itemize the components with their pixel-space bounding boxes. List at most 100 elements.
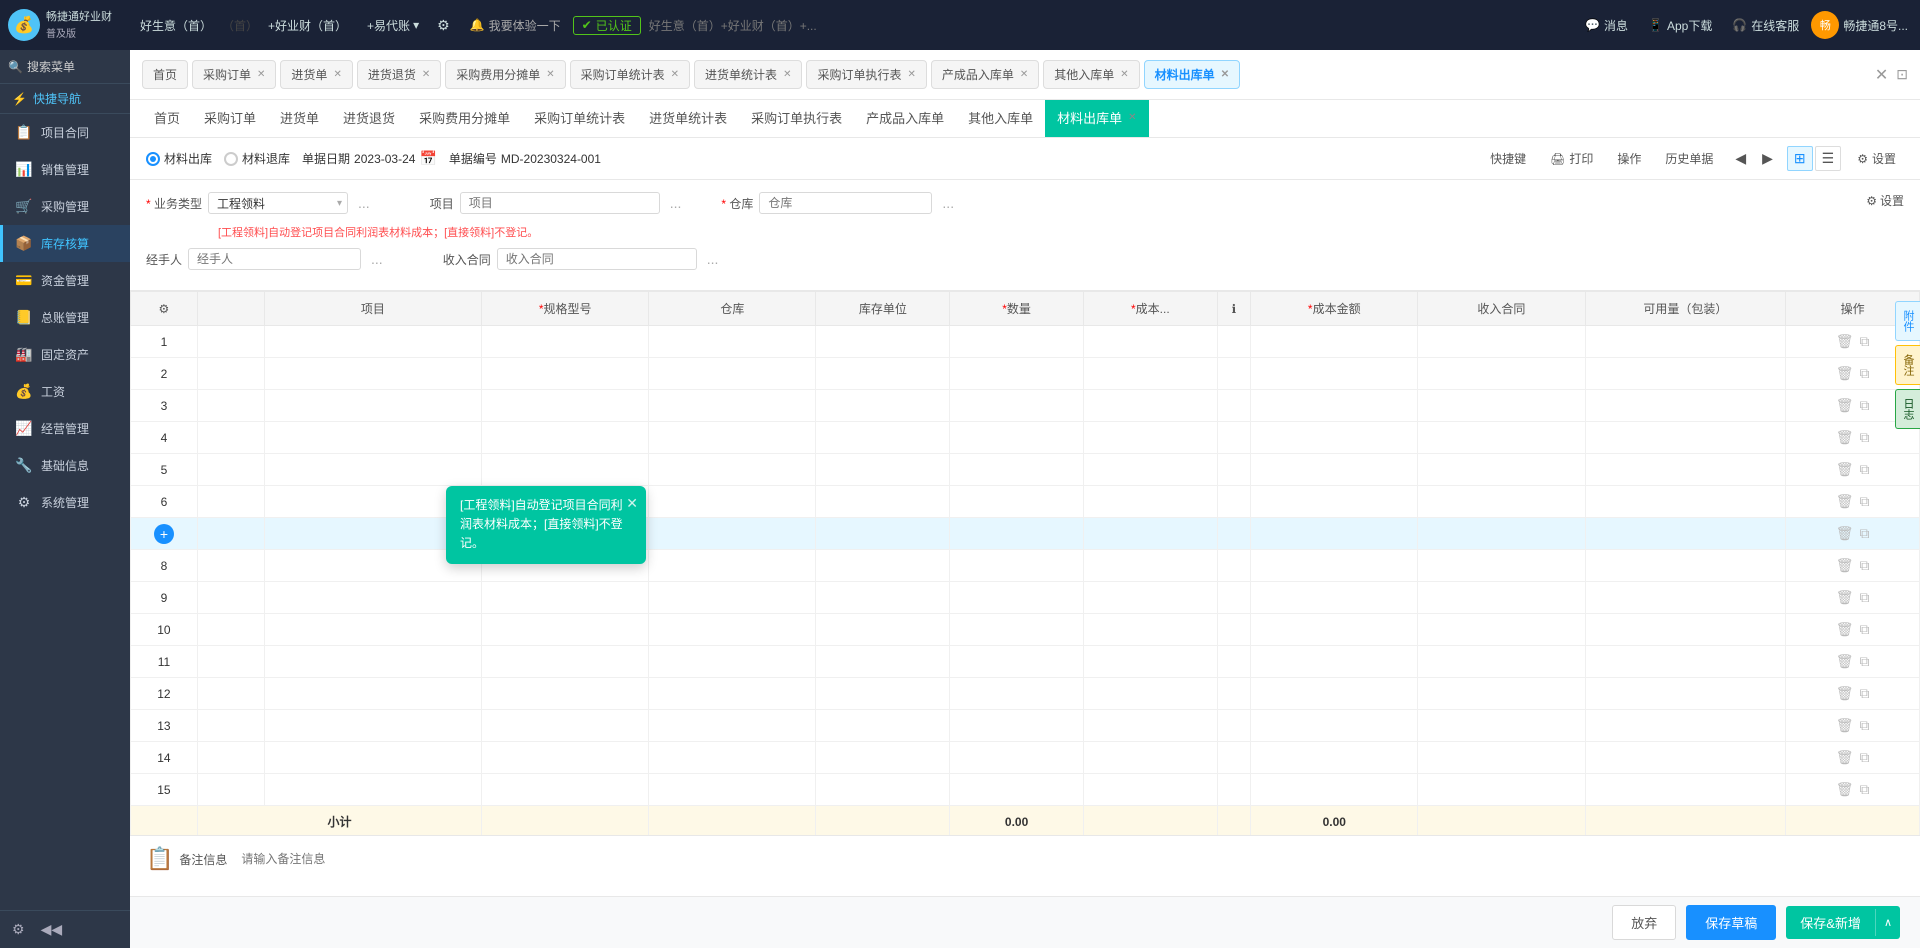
nav-close-icon[interactable]: ✕ <box>1128 112 1136 123</box>
copy-row-icon[interactable]: ⧉ <box>1859 333 1869 350</box>
sidebar-item-payroll[interactable]: 💰工资 <box>0 373 130 410</box>
row7-col1-input[interactable] <box>204 527 258 541</box>
delete-row-icon[interactable]: 🗑 <box>1836 397 1854 414</box>
nav-item-采购费用分摊单[interactable]: 采购费用分摊单 <box>407 100 522 138</box>
nav-item-进货单统计表[interactable]: 进货单统计表 <box>637 100 739 138</box>
project-dots[interactable]: ... <box>670 195 682 211</box>
top-nav-item-2[interactable]: +好业财（首） <box>258 17 357 34</box>
row7-col2-input[interactable] <box>271 527 475 541</box>
delete-row-icon[interactable]: 🗑 <box>1836 589 1854 606</box>
tab-cost_split[interactable]: 采购费用分摊单✕ <box>445 60 565 89</box>
copy-row-icon[interactable]: ⧉ <box>1859 749 1869 766</box>
sidebar-item-ledger[interactable]: 📒总账管理 <box>0 299 130 336</box>
verified-badge[interactable]: ✔ 已认证 <box>573 16 641 35</box>
delete-row-icon[interactable]: 🗑 <box>1836 781 1854 798</box>
radio-return[interactable]: 材料退库 <box>224 150 290 167</box>
top-nav-item-1[interactable]: 好生意（首） <box>130 17 222 34</box>
sidebar-item-sales[interactable]: 📊销售管理 <box>0 151 130 188</box>
business-type-select[interactable] <box>208 192 348 214</box>
delete-row-icon[interactable]: 🗑 <box>1836 685 1854 702</box>
col-settings-header[interactable]: ⚙ <box>131 292 198 326</box>
nav-item-进货退货[interactable]: 进货退货 <box>331 100 407 138</box>
delete-row-icon[interactable]: 🗑 <box>1836 557 1854 574</box>
app-download-btn[interactable]: 📱 App下载 <box>1640 17 1720 34</box>
quick-nav[interactable]: ⚡ 快捷导航 <box>0 84 130 114</box>
nav-item-产成品入库单[interactable]: 产成品入库单 <box>854 100 956 138</box>
delete-row-icon[interactable]: 🗑 <box>1836 429 1854 446</box>
copy-row-icon[interactable]: ⧉ <box>1859 493 1869 510</box>
nav-item-进货单[interactable]: 进货单 <box>268 100 331 138</box>
tab-purchase[interactable]: 进货单✕ <box>280 60 352 89</box>
save-new-main-btn[interactable]: 保存&新增 <box>1786 906 1875 939</box>
delete-row-icon[interactable]: 🗑 <box>1836 461 1854 478</box>
tooltip-close-icon[interactable]: ✕ <box>626 492 638 514</box>
warehouse-input[interactable] <box>759 192 932 214</box>
close-tab-purchase_stat-icon[interactable]: ✕ <box>783 69 791 80</box>
tab-return[interactable]: 进货退货✕ <box>357 60 441 89</box>
tab-po_exec[interactable]: 采购订单执行表✕ <box>806 60 926 89</box>
close-tab-po_exec-icon[interactable]: ✕ <box>907 69 915 80</box>
radio-out[interactable]: 材料出库 <box>146 150 212 167</box>
save-draft-btn[interactable]: 保存草稿 <box>1686 905 1776 940</box>
copy-row-icon[interactable]: ⧉ <box>1859 717 1869 734</box>
delete-row-icon[interactable]: 🗑 <box>1836 525 1854 542</box>
next-record-icon[interactable]: ▶ <box>1756 148 1779 169</box>
copy-row-icon[interactable]: ⧉ <box>1859 621 1869 638</box>
project-input[interactable] <box>460 192 660 214</box>
delete-row-icon[interactable]: 🗑 <box>1836 333 1854 350</box>
sidebar-collapse-icon[interactable]: ◀◀ <box>41 921 63 938</box>
tab-purchase_stat[interactable]: 进货单统计表✕ <box>694 60 802 89</box>
copy-row-icon[interactable]: ⧉ <box>1859 461 1869 478</box>
copy-row-icon[interactable]: ⧉ <box>1859 781 1869 798</box>
sidebar-item-inventory[interactable]: 📦库存核算 <box>0 225 130 262</box>
discard-btn[interactable]: 放弃 <box>1612 905 1676 940</box>
nav-item-其他入库单[interactable]: 其他入库单 <box>956 100 1045 138</box>
close-tab-po_stat-icon[interactable]: ✕ <box>671 69 679 80</box>
sidebar-item-base[interactable]: 🔧基础信息 <box>0 447 130 484</box>
add-row-btn[interactable]: + <box>154 524 174 544</box>
close-tab-purchase-icon[interactable]: ✕ <box>333 69 341 80</box>
copy-row-icon[interactable]: ⧉ <box>1859 653 1869 670</box>
nav-item-材料出库单[interactable]: 材料出库单✕ <box>1045 100 1148 138</box>
sidebar-item-finance[interactable]: 💳资金管理 <box>0 262 130 299</box>
sidebar-item-system[interactable]: ⚙系统管理 <box>0 484 130 521</box>
nav-item-采购订单执行表[interactable]: 采购订单执行表 <box>739 100 854 138</box>
close-tab-product_in-icon[interactable]: ✕ <box>1020 69 1028 80</box>
copy-row-icon[interactable]: ⧉ <box>1859 525 1869 542</box>
tab-po_stat[interactable]: 采购订单统计表✕ <box>570 60 690 89</box>
copy-row-icon[interactable]: ⧉ <box>1859 557 1869 574</box>
sidebar-item-assets[interactable]: 🏭固定资产 <box>0 336 130 373</box>
history-btn[interactable]: 历史单据 <box>1657 146 1721 171</box>
nav-item-采购订单统计表[interactable]: 采购订单统计表 <box>522 100 637 138</box>
expand-icon[interactable]: ⊡ <box>1896 66 1908 83</box>
income-contract-dots[interactable]: ... <box>707 251 719 267</box>
list-view-btn[interactable]: ☰ <box>1815 146 1842 171</box>
delete-row-icon[interactable]: 🗑 <box>1836 653 1854 670</box>
right-float-btn-2[interactable]: 备注 <box>1895 345 1920 385</box>
top-nav-item-3[interactable]: +易代账 ▾ <box>357 17 429 34</box>
close-tab-icon[interactable]: ✕ <box>1875 65 1888 85</box>
print-btn[interactable]: 🖨 打印 <box>1542 146 1601 171</box>
close-tab-cost_split-icon[interactable]: ✕ <box>546 69 554 80</box>
income-contract-input[interactable] <box>497 248 697 270</box>
copy-row-icon[interactable]: ⧉ <box>1859 429 1869 446</box>
tab-home[interactable]: 首页 <box>142 60 188 89</box>
delete-row-icon[interactable]: 🗑 <box>1836 749 1854 766</box>
nav-item-采购订单[interactable]: 采购订单 <box>192 100 268 138</box>
business-type-input[interactable] <box>208 192 348 214</box>
message-btn[interactable]: 💬 消息 <box>1577 17 1636 34</box>
handler-input[interactable] <box>188 248 361 270</box>
sidebar-search[interactable]: 🔍 搜索菜单 <box>0 50 130 84</box>
warehouse-dots[interactable]: ... <box>942 195 954 211</box>
sidebar-settings-icon[interactable]: ⚙ <box>12 921 25 938</box>
copy-row-icon[interactable]: ⧉ <box>1859 589 1869 606</box>
delete-row-icon[interactable]: 🗑 <box>1836 493 1854 510</box>
tab-material_out[interactable]: 材料出库单✕ <box>1144 60 1240 89</box>
delete-row-icon[interactable]: 🗑 <box>1836 621 1854 638</box>
grid-view-btn[interactable]: ⊞ <box>1787 146 1813 171</box>
copy-row-icon[interactable]: ⧉ <box>1859 397 1869 414</box>
copy-row-icon[interactable]: ⧉ <box>1859 685 1869 702</box>
handler-dots[interactable]: ... <box>371 251 383 267</box>
close-tab-other_in-icon[interactable]: ✕ <box>1120 69 1128 80</box>
username[interactable]: 畅捷通8号... <box>1843 17 1908 34</box>
